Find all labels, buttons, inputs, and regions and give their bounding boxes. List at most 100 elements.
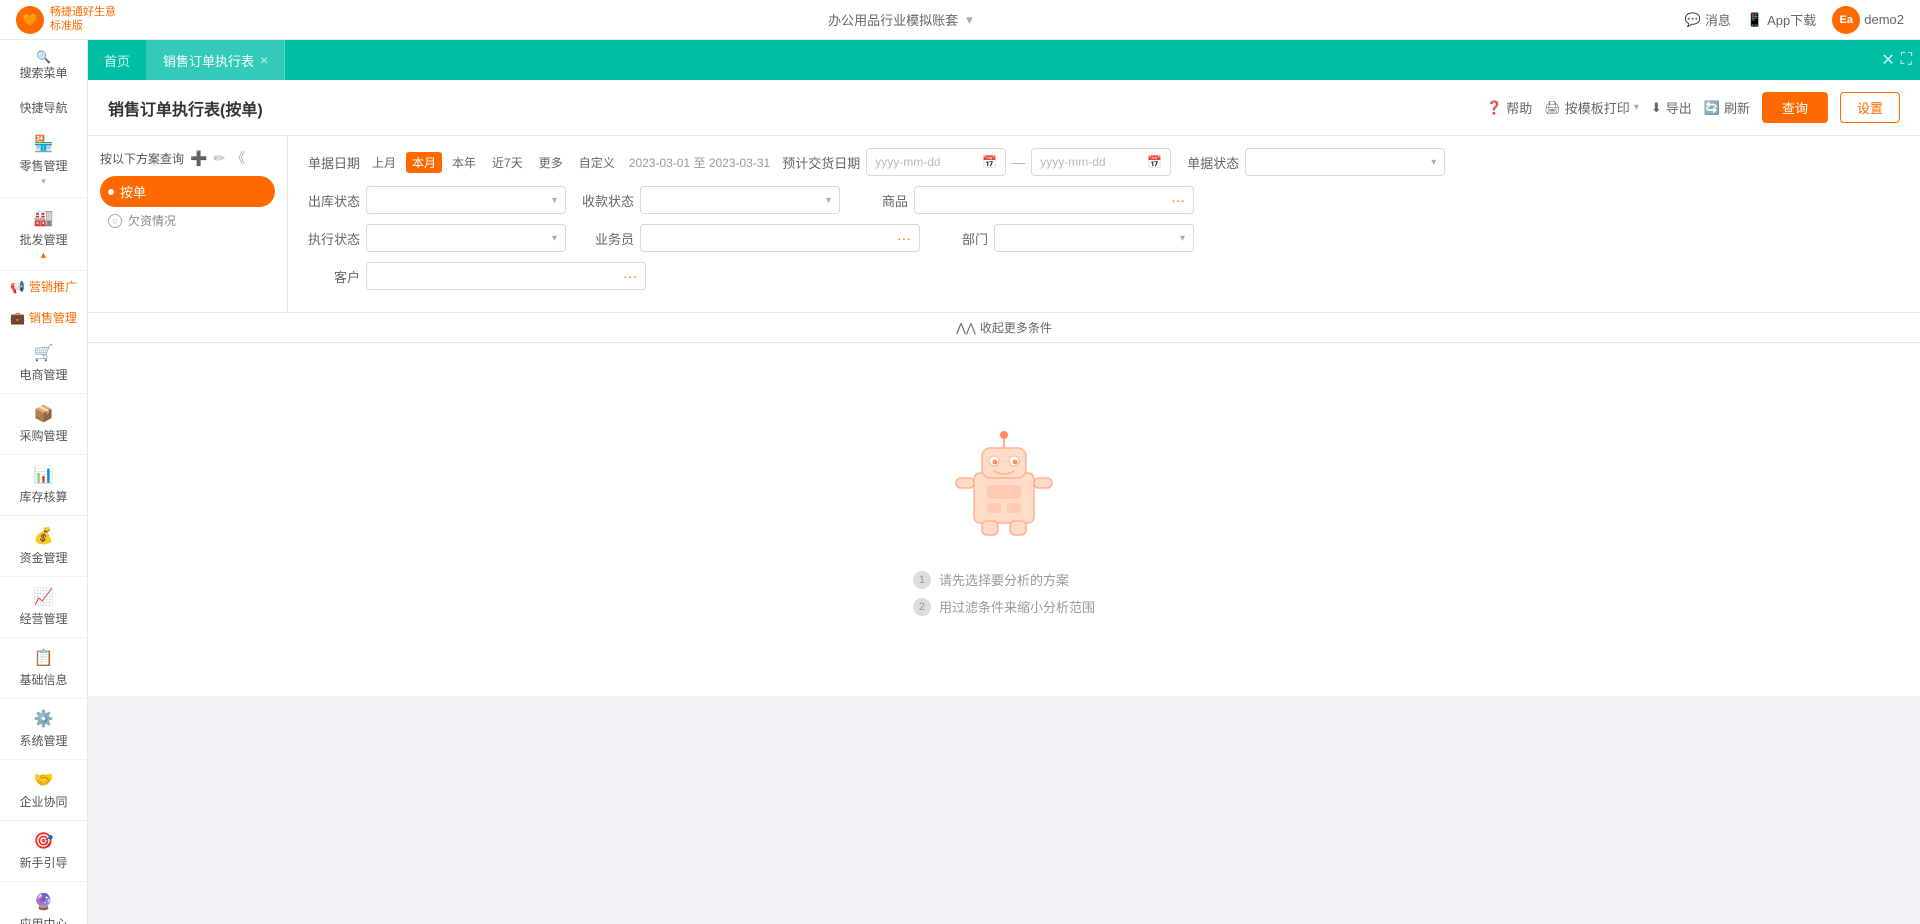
date-tab-last-month[interactable]: 上月 <box>366 152 402 173</box>
export-button[interactable]: ⬇ 导出 <box>1651 98 1692 117</box>
date-tab-7days[interactable]: 近7天 <box>486 152 529 173</box>
tab-bar: 首页 销售订单执行表 × ✕ ⛶ <box>88 40 1920 80</box>
sales-icon: 💼 <box>10 311 25 325</box>
tab-close-button[interactable]: × <box>260 52 268 68</box>
customer-input[interactable]: ··· <box>366 262 646 290</box>
date-tab-custom[interactable]: 自定义 <box>573 152 621 173</box>
filter-field-date: 单据日期 上月 本月 本年 近7天 更多 自定义 2023-03-01 至 20… <box>304 152 770 173</box>
date-tab-this-year[interactable]: 本年 <box>446 152 482 173</box>
filter-row-4: 客户 ··· <box>304 262 1904 290</box>
filter-row-3: 执行状态 ▾ 业务员 ··· <box>304 224 1904 252</box>
wholesale-sub-items: 📢 营销推广 💼 销售管理 <box>0 271 87 333</box>
sidebar-item-quick-nav[interactable]: 快捷导航 <box>0 91 87 124</box>
date-dash: — <box>1012 155 1025 170</box>
delivery-status-select[interactable]: ▾ <box>366 186 566 214</box>
sidebar-item-retail[interactable]: 🏪 零售管理 ▾ <box>0 124 87 198</box>
sidebar-item-marketing[interactable]: 📢 营销推广 <box>0 271 87 302</box>
expected-date-end-input[interactable]: yyyy-mm-dd 📅 <box>1031 148 1171 176</box>
sidebar-search[interactable]: 🔍 搜索菜单 <box>0 40 87 91</box>
expected-date-start-input[interactable]: yyyy-mm-dd 📅 <box>866 148 1006 176</box>
nav-title-area[interactable]: 办公用品行业模拟账套 ▾ <box>828 10 973 29</box>
help-button[interactable]: ❓ 帮助 <box>1486 98 1532 117</box>
collapse-scheme-button[interactable]: 《 <box>231 148 245 168</box>
sidebar-item-finance[interactable]: 💰 资金管理 <box>0 516 87 577</box>
filter-field-customer: 客户 ··· <box>304 262 646 290</box>
filter-field-salesperson: 业务员 ··· <box>578 224 920 252</box>
sidebar-item-newbie[interactable]: 🎯 新手引导 <box>0 821 87 882</box>
filter-fields: 单据日期 上月 本月 本年 近7天 更多 自定义 2023-03-01 至 20… <box>288 136 1920 312</box>
filter-schemes: 按以下方案查询 ➕ ✏ 《 按单 ○ 欠资情况 <box>88 136 288 312</box>
tab-maximize-button[interactable]: ⛶ <box>1901 51 1912 69</box>
top-bar-right: 💬 消息 📱 App下载 Ea demo2 <box>1685 6 1904 34</box>
goods-input[interactable]: ··· <box>914 186 1194 214</box>
scheme-item-qiankuan[interactable]: ○ 欠资情况 <box>100 207 275 234</box>
sidebar-item-purchase[interactable]: 📦 采购管理 <box>0 394 87 455</box>
salesperson-input[interactable]: ··· <box>640 224 920 252</box>
sidebar-item-inventory[interactable]: 📊 库存核算 <box>0 455 87 516</box>
calendar-icon: 📅 <box>982 155 997 169</box>
execution-status-arrow-icon: ▾ <box>552 233 557 244</box>
collapse-bar[interactable]: ⋀⋀ 收起更多条件 <box>88 313 1920 343</box>
empty-robot-svg <box>944 423 1064 543</box>
sidebar-item-wholesale[interactable]: 🏭 批发管理 ▲ <box>0 198 87 271</box>
query-button[interactable]: 查询 <box>1762 92 1828 123</box>
logo-area: 🧡 畅捷通好生意 标准版 <box>16 6 116 34</box>
content-area: 首页 销售订单执行表 × ✕ ⛶ 销售订单执行表(按单) ❓ 帮助 <box>88 40 1920 924</box>
app-download-icon: 📱 <box>1747 12 1763 28</box>
salesperson-dots-icon: ··· <box>897 230 911 246</box>
user-menu-button[interactable]: Ea demo2 <box>1832 6 1904 34</box>
expected-date-end-placeholder: yyyy-mm-dd <box>1040 155 1105 169</box>
empty-step-2: 2 用过滤条件来缩小分析范围 <box>913 597 1095 616</box>
print-button[interactable]: 🖨 按模板打印 ▾ <box>1544 98 1639 117</box>
date-tabs: 上月 本月 本年 近7天 更多 自定义 2023-03-01 至 2023-03… <box>366 152 770 173</box>
scheme-item-andan[interactable]: 按单 <box>100 176 275 207</box>
delivery-status-arrow-icon: ▾ <box>552 195 557 206</box>
calendar-end-icon: 📅 <box>1147 155 1162 169</box>
tab-home[interactable]: 首页 <box>88 40 147 80</box>
settings-button[interactable]: 设置 <box>1840 92 1900 123</box>
page-content: 销售订单执行表(按单) ❓ 帮助 🖨 按模板打印 ▾ ⬇ 导出 <box>88 80 1920 924</box>
sidebar-item-system[interactable]: ⚙️ 系统管理 <box>0 699 87 760</box>
sidebar-item-operation[interactable]: 📈 经营管理 <box>0 577 87 638</box>
payment-status-select[interactable]: ▾ <box>640 186 840 214</box>
newbie-icon: 🎯 <box>34 831 54 851</box>
add-scheme-button[interactable]: ➕ <box>190 150 207 167</box>
sidebar-item-corp[interactable]: 🤝 企业协同 <box>0 760 87 821</box>
empty-illustration <box>944 423 1064 546</box>
refresh-button[interactable]: 🔄 刷新 <box>1704 98 1750 117</box>
date-tab-more[interactable]: 更多 <box>533 152 569 173</box>
page-actions: ❓ 帮助 🖨 按模板打印 ▾ ⬇ 导出 🔄 刷新 <box>1486 92 1900 123</box>
step-1-number: 1 <box>913 571 931 589</box>
retail-icon: 🏪 <box>34 134 54 154</box>
sidebar-item-apps[interactable]: 🔮 应用中心 <box>0 882 87 924</box>
scheme-dot <box>108 189 114 195</box>
page-title: 销售订单执行表(按单) <box>108 96 263 120</box>
message-button[interactable]: 💬 消息 <box>1685 10 1731 29</box>
help-icon: ❓ <box>1486 100 1502 116</box>
system-icon: ⚙️ <box>34 709 54 729</box>
sidebar-item-basic[interactable]: 📋 基础信息 <box>0 638 87 699</box>
marketing-icon: 📢 <box>10 280 25 294</box>
customer-dots-icon: ··· <box>623 268 637 284</box>
department-select[interactable]: ▾ <box>994 224 1194 252</box>
collapse-up-icon: ⋀⋀ <box>956 321 976 335</box>
apps-icon: 🔮 <box>34 892 54 912</box>
date-tab-this-month[interactable]: 本月 <box>406 152 442 173</box>
filter-field-delivery-status: 出库状态 ▾ <box>304 186 566 214</box>
tab-close-window-button[interactable]: ✕ <box>1881 50 1894 70</box>
tab-sales-order[interactable]: 销售订单执行表 × <box>147 40 285 80</box>
export-icon: ⬇ <box>1651 100 1662 116</box>
sidebar-item-ecommerce[interactable]: 🛒 电商管理 <box>0 333 87 394</box>
filter-field-execution-status: 执行状态 ▾ <box>304 224 566 252</box>
edit-scheme-button[interactable]: ✏ <box>213 150 225 167</box>
sidebar: 🔍 搜索菜单 快捷导航 🏪 零售管理 ▾ 🏭 批发管理 ▲ 📢 营销推广 💼 销… <box>0 40 88 924</box>
goods-dots-icon: ··· <box>1171 192 1185 208</box>
scheme-circle-icon: ○ <box>108 214 122 228</box>
app-download-button[interactable]: 📱 App下载 <box>1747 10 1816 29</box>
finance-icon: 💰 <box>34 526 54 546</box>
doc-status-select[interactable]: ▾ <box>1245 148 1445 176</box>
purchase-icon: 📦 <box>34 404 54 424</box>
doc-status-arrow-icon: ▾ <box>1431 157 1436 168</box>
sidebar-item-sales[interactable]: 💼 销售管理 <box>0 302 87 333</box>
execution-status-select[interactable]: ▾ <box>366 224 566 252</box>
